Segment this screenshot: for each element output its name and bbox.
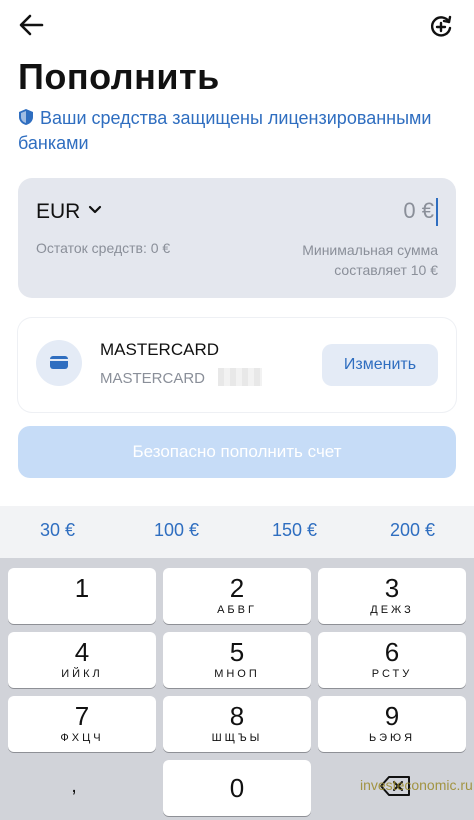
key-letters: ШЩЪЫ bbox=[211, 732, 263, 744]
card-number-mask bbox=[218, 368, 262, 386]
key-digit: 9 bbox=[384, 701, 400, 731]
page-title: Пополнить bbox=[18, 56, 220, 97]
key-letters: РСТУ bbox=[371, 668, 413, 680]
security-text: Ваши средства защищены лицензированными … bbox=[18, 108, 432, 153]
key-digit: 1 bbox=[74, 573, 90, 603]
security-notice: Ваши средства защищены лицензированными … bbox=[18, 106, 458, 156]
key-1[interactable]: 1 bbox=[8, 568, 156, 624]
key-9[interactable]: 9 ЬЭЮЯ bbox=[318, 696, 466, 752]
card-icon-badge bbox=[36, 340, 82, 386]
change-card-button[interactable]: Изменить bbox=[322, 344, 438, 386]
min-sum-line-2: составляет 10 € bbox=[334, 262, 438, 278]
quick-amount-150[interactable]: 150 € bbox=[272, 520, 317, 541]
shield-icon bbox=[19, 109, 33, 125]
key-comma[interactable]: , bbox=[0, 758, 148, 814]
key-4[interactable]: 4 ИЙКЛ bbox=[8, 632, 156, 688]
amount-card: EUR 0 € Остаток средств: 0 € Минимальная… bbox=[18, 178, 456, 298]
sync-plus-icon bbox=[430, 15, 452, 37]
watermark-text: investeconomic.ru bbox=[360, 777, 473, 793]
credit-card-icon bbox=[50, 356, 68, 369]
key-letters: ИЙКЛ bbox=[61, 668, 103, 680]
key-2[interactable]: 2 АБВГ bbox=[163, 568, 311, 624]
key-digit: 3 bbox=[384, 573, 400, 603]
quick-amount-200[interactable]: 200 € bbox=[390, 520, 435, 541]
currency-selector[interactable]: EUR bbox=[36, 200, 102, 224]
key-digit: 4 bbox=[74, 637, 90, 667]
key-digit: 0 bbox=[229, 773, 245, 803]
key-7[interactable]: 7 ФХЦЧ bbox=[8, 696, 156, 752]
key-5[interactable]: 5 МНОП bbox=[163, 632, 311, 688]
currency-label: EUR bbox=[36, 200, 81, 223]
payment-method-card: MASTERCARD MASTERCARD Изменить bbox=[18, 318, 456, 412]
card-subtitle: MASTERCARD bbox=[100, 370, 206, 387]
key-6[interactable]: 6 РСТУ bbox=[318, 632, 466, 688]
chevron-down-icon bbox=[88, 202, 102, 218]
min-sum-note: Минимальная сумма составляет 10 € bbox=[302, 240, 438, 280]
key-letters: ФХЦЧ bbox=[60, 732, 104, 744]
top-bar bbox=[0, 0, 474, 54]
key-digit: 8 bbox=[229, 701, 245, 731]
key-digit: 5 bbox=[229, 637, 245, 667]
back-button[interactable] bbox=[18, 12, 52, 42]
amount-input[interactable]: 0 € bbox=[403, 198, 434, 224]
sync-plus-button[interactable] bbox=[428, 14, 454, 40]
key-digit: 2 bbox=[229, 573, 245, 603]
quick-amount-100[interactable]: 100 € bbox=[154, 520, 199, 541]
balance-text: Остаток средств: 0 € bbox=[36, 240, 171, 256]
quick-amounts-bar: 30 € 100 € 150 € 200 € bbox=[0, 506, 474, 558]
key-0[interactable]: 0 bbox=[163, 760, 311, 816]
key-letters: ДЕЖЗ bbox=[370, 604, 414, 616]
card-name: MASTERCARD bbox=[100, 340, 220, 359]
submit-topup-button[interactable]: Безопасно пополнить счет bbox=[18, 426, 456, 478]
key-letters: ЬЭЮЯ bbox=[368, 732, 416, 744]
key-3[interactable]: 3 ДЕЖЗ bbox=[318, 568, 466, 624]
key-digit: 7 bbox=[74, 701, 90, 731]
key-digit: 6 bbox=[384, 637, 400, 667]
quick-amount-30[interactable]: 30 € bbox=[40, 520, 75, 541]
arrow-left-icon bbox=[19, 14, 44, 36]
key-8[interactable]: 8 ШЩЪЫ bbox=[163, 696, 311, 752]
text-cursor bbox=[436, 198, 438, 226]
key-letters: МНОП bbox=[214, 668, 260, 680]
min-sum-line-1: Минимальная сумма bbox=[302, 242, 438, 258]
key-letters: АБВГ bbox=[217, 604, 257, 616]
